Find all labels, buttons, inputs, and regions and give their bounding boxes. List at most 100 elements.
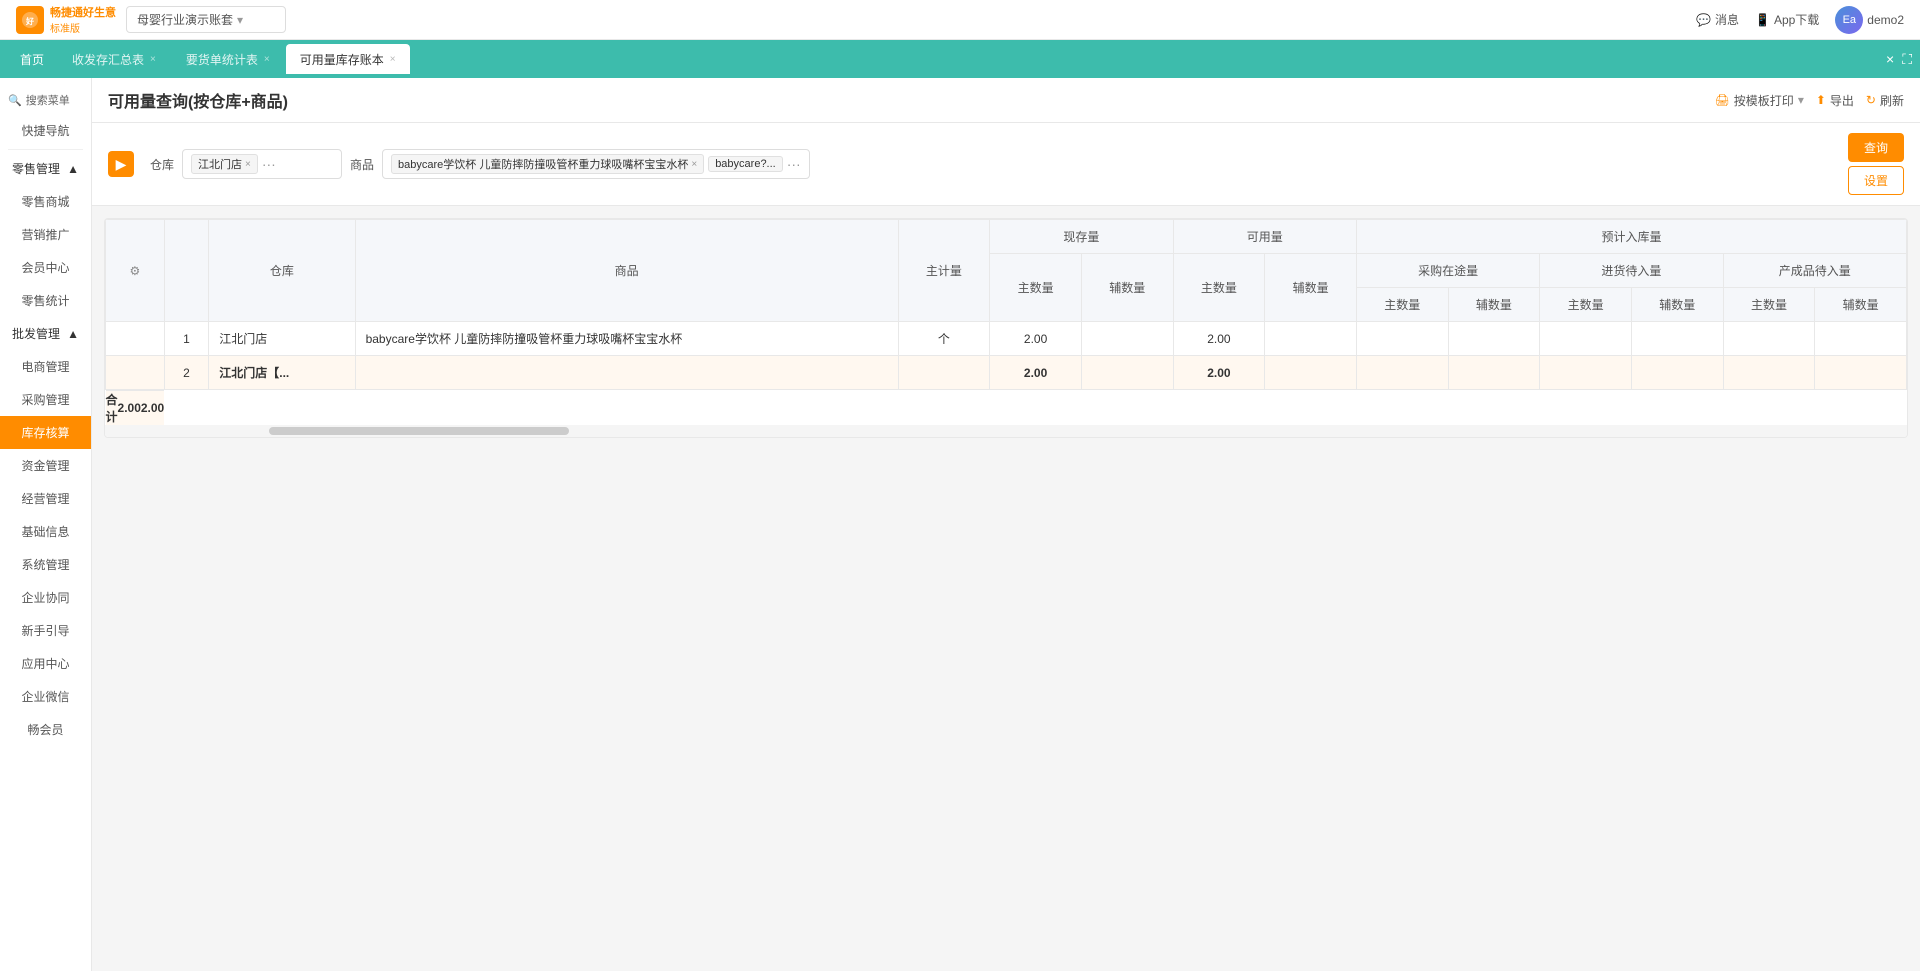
cell-purchase-main-1 (1356, 322, 1448, 356)
cell-incoming-main-1 (1540, 322, 1632, 356)
col-planned-header: 预计入库量 (1356, 220, 1906, 254)
nav-tab-0[interactable]: 收发存汇总表 × (58, 44, 170, 74)
page-header-actions: 🖨 按模板打印 ▾ ⬆ 导出 ↻ 刷新 (1715, 92, 1904, 109)
fullscreen-btn[interactable]: ⛶ (1902, 51, 1912, 68)
nav-actions: × ⛶ (1886, 51, 1912, 68)
col-unit-header: 主计量 (898, 220, 990, 322)
query-button[interactable]: 查询 (1848, 133, 1904, 162)
product-more-icon[interactable]: ··· (787, 156, 801, 172)
sidebar-item-retail-stats[interactable]: 零售统计 (0, 284, 91, 317)
page-title: 可用量查询(按仓库+商品) (108, 88, 288, 112)
cell-product-2 (355, 356, 898, 390)
cell-avail-main-1: 2.00 (1173, 322, 1265, 356)
sidebar-item-wholesale[interactable]: 批发管理 ▲ (0, 317, 91, 350)
col-stock-main: 主数量 (990, 254, 1082, 322)
sidebar-item-operations[interactable]: 经营管理 (0, 482, 91, 515)
sidebar-item-retail-store[interactable]: 零售商城 (0, 185, 91, 218)
cell-avail-aux-1 (1265, 322, 1357, 356)
sidebar-item-enterprise[interactable]: 企业协同 (0, 581, 91, 614)
settings-button[interactable]: 设置 (1848, 166, 1904, 195)
print-btn[interactable]: 🖨 按模板打印 ▾ (1715, 92, 1804, 109)
sidebar-item-basic-info[interactable]: 基础信息 (0, 515, 91, 548)
nav-tab-2[interactable]: 可用量库存账本 × (286, 44, 410, 74)
warehouse-more-icon[interactable]: ··· (262, 156, 276, 172)
app-download-btn[interactable]: 📱 App下载 (1755, 11, 1819, 28)
cell-purchase-aux-2 (1448, 356, 1540, 390)
col-product-main: 主数量 (1723, 288, 1815, 322)
logo-area: 好 畅捷通好生意 标准版 (16, 4, 116, 35)
col-purchase-main: 主数量 (1356, 288, 1448, 322)
col-product-aux: 辅数量 (1815, 288, 1907, 322)
svg-text:好: 好 (25, 16, 34, 26)
close-tab-1[interactable]: × (264, 54, 270, 65)
top-bar-right: 💬 消息 📱 App下载 Ea demo2 (1696, 6, 1904, 34)
cell-settings-1 (106, 322, 165, 356)
sidebar-search[interactable]: 🔍 搜索菜单 (0, 86, 91, 114)
cell-rownum-2: 2 (164, 356, 209, 390)
sidebar-item-finance[interactable]: 资金管理 (0, 449, 91, 482)
product-filter-input[interactable]: babycare学饮杯 儿童防摔防撞吸管杯重力球吸嘴杯宝宝水杯 × babyca… (382, 149, 810, 179)
close-tab-0[interactable]: × (150, 54, 156, 65)
logo-icon: 好 (16, 6, 44, 34)
export-icon: ⬆ (1816, 93, 1826, 107)
col-rownum-header (164, 220, 209, 322)
sidebar-item-marketing[interactable]: 营销推广 (0, 218, 91, 251)
sidebar-item-ecommerce[interactable]: 电商管理 (0, 350, 91, 383)
refresh-icon: ↻ (1866, 93, 1876, 107)
warehouse-filter-input[interactable]: 江北门店 × ··· (182, 149, 342, 179)
sidebar-item-retail-mgmt[interactable]: 零售管理 ▲ (0, 152, 91, 185)
print-icon: 🖨 (1715, 93, 1730, 107)
refresh-btn[interactable]: ↻ 刷新 (1866, 92, 1904, 109)
main-table: ⚙ 仓库 商品 主计量 现存量 可用量 预计入库量 主数量 辅数量 主数量 (105, 219, 1907, 425)
sidebar-item-app-center[interactable]: 应用中心 (0, 647, 91, 680)
sidebar-item-beginner[interactable]: 新手引导 (0, 614, 91, 647)
col-product-header: 商品 (355, 220, 898, 322)
sidebar-divider-1 (8, 149, 83, 150)
cell-unit-1: 个 (898, 322, 990, 356)
nav-tab-1[interactable]: 要货单统计表 × (172, 44, 284, 74)
cell-incoming-aux-1 (1631, 322, 1723, 356)
scroll-thumb[interactable] (269, 427, 569, 435)
sidebar-item-inventory[interactable]: 库存核算 (0, 416, 91, 449)
sidebar-item-purchase[interactable]: 采购管理 (0, 383, 91, 416)
cell-stock-aux-2 (1081, 356, 1173, 390)
nav-tabs: 首页 收发存汇总表 × 要货单统计表 × 可用量库存账本 × × ⛶ (0, 40, 1920, 78)
col-stock-header: 现存量 (990, 220, 1173, 254)
horizontal-scrollbar[interactable] (105, 425, 1907, 437)
content-area: 可用量查询(按仓库+商品) 🖨 按模板打印 ▾ ⬆ 导出 ↻ 刷新 ▶ (92, 78, 1920, 971)
table-container: ⚙ 仓库 商品 主计量 现存量 可用量 预计入库量 主数量 辅数量 主数量 (104, 218, 1908, 438)
filter-actions: 查询 设置 (1848, 133, 1904, 195)
footer-stock-main: 2.00 (118, 401, 141, 415)
export-btn[interactable]: ⬆ 导出 (1816, 92, 1854, 109)
cell-purchase-main-2 (1356, 356, 1448, 390)
col-avail-main: 主数量 (1173, 254, 1265, 322)
sidebar-item-member-plus[interactable]: 畅会员 (0, 713, 91, 746)
footer-avail-main: 2.00 (141, 401, 164, 415)
main-layout: 🔍 搜索菜单 快捷导航 零售管理 ▲ 零售商城 营销推广 会员中心 零售统计 批… (0, 78, 1920, 971)
message-btn[interactable]: 💬 消息 (1696, 11, 1739, 28)
close-all-tabs[interactable]: × (1886, 51, 1894, 67)
product-tag1-remove[interactable]: × (691, 159, 697, 170)
cell-purchase-aux-1 (1448, 322, 1540, 356)
warehouse-tag-remove[interactable]: × (245, 159, 251, 170)
company-selector[interactable]: 母婴行业演示账套 ▾ (126, 6, 286, 33)
cell-settings-2 (106, 356, 165, 390)
warehouse-filter-label: 仓库 (150, 156, 174, 173)
close-tab-2[interactable]: × (390, 54, 396, 65)
sidebar-item-member[interactable]: 会员中心 (0, 251, 91, 284)
column-settings-icon[interactable]: ⚙ (129, 264, 140, 278)
cell-stock-main-1: 2.00 (990, 322, 1082, 356)
col-stock-aux: 辅数量 (1081, 254, 1173, 322)
cell-incoming-main-2 (1540, 356, 1632, 390)
product-tag-1: babycare学饮杯 儿童防摔防撞吸管杯重力球吸嘴杯宝宝水杯 × (391, 154, 704, 174)
sidebar-quick-nav[interactable]: 快捷导航 (0, 114, 91, 147)
user-profile[interactable]: Ea demo2 (1835, 6, 1904, 34)
top-bar-left: 好 畅捷通好生意 标准版 母婴行业演示账套 ▾ (16, 4, 286, 35)
col-purchase-aux: 辅数量 (1448, 288, 1540, 322)
col-incoming-pending-header: 进货待入量 (1540, 254, 1723, 288)
nav-home-tab[interactable]: 首页 (8, 44, 56, 74)
sidebar-item-wechat-work[interactable]: 企业微信 (0, 680, 91, 713)
filter-toggle-btn[interactable]: ▶ (108, 151, 134, 177)
cell-product-aux-2 (1815, 356, 1907, 390)
sidebar-item-system[interactable]: 系统管理 (0, 548, 91, 581)
